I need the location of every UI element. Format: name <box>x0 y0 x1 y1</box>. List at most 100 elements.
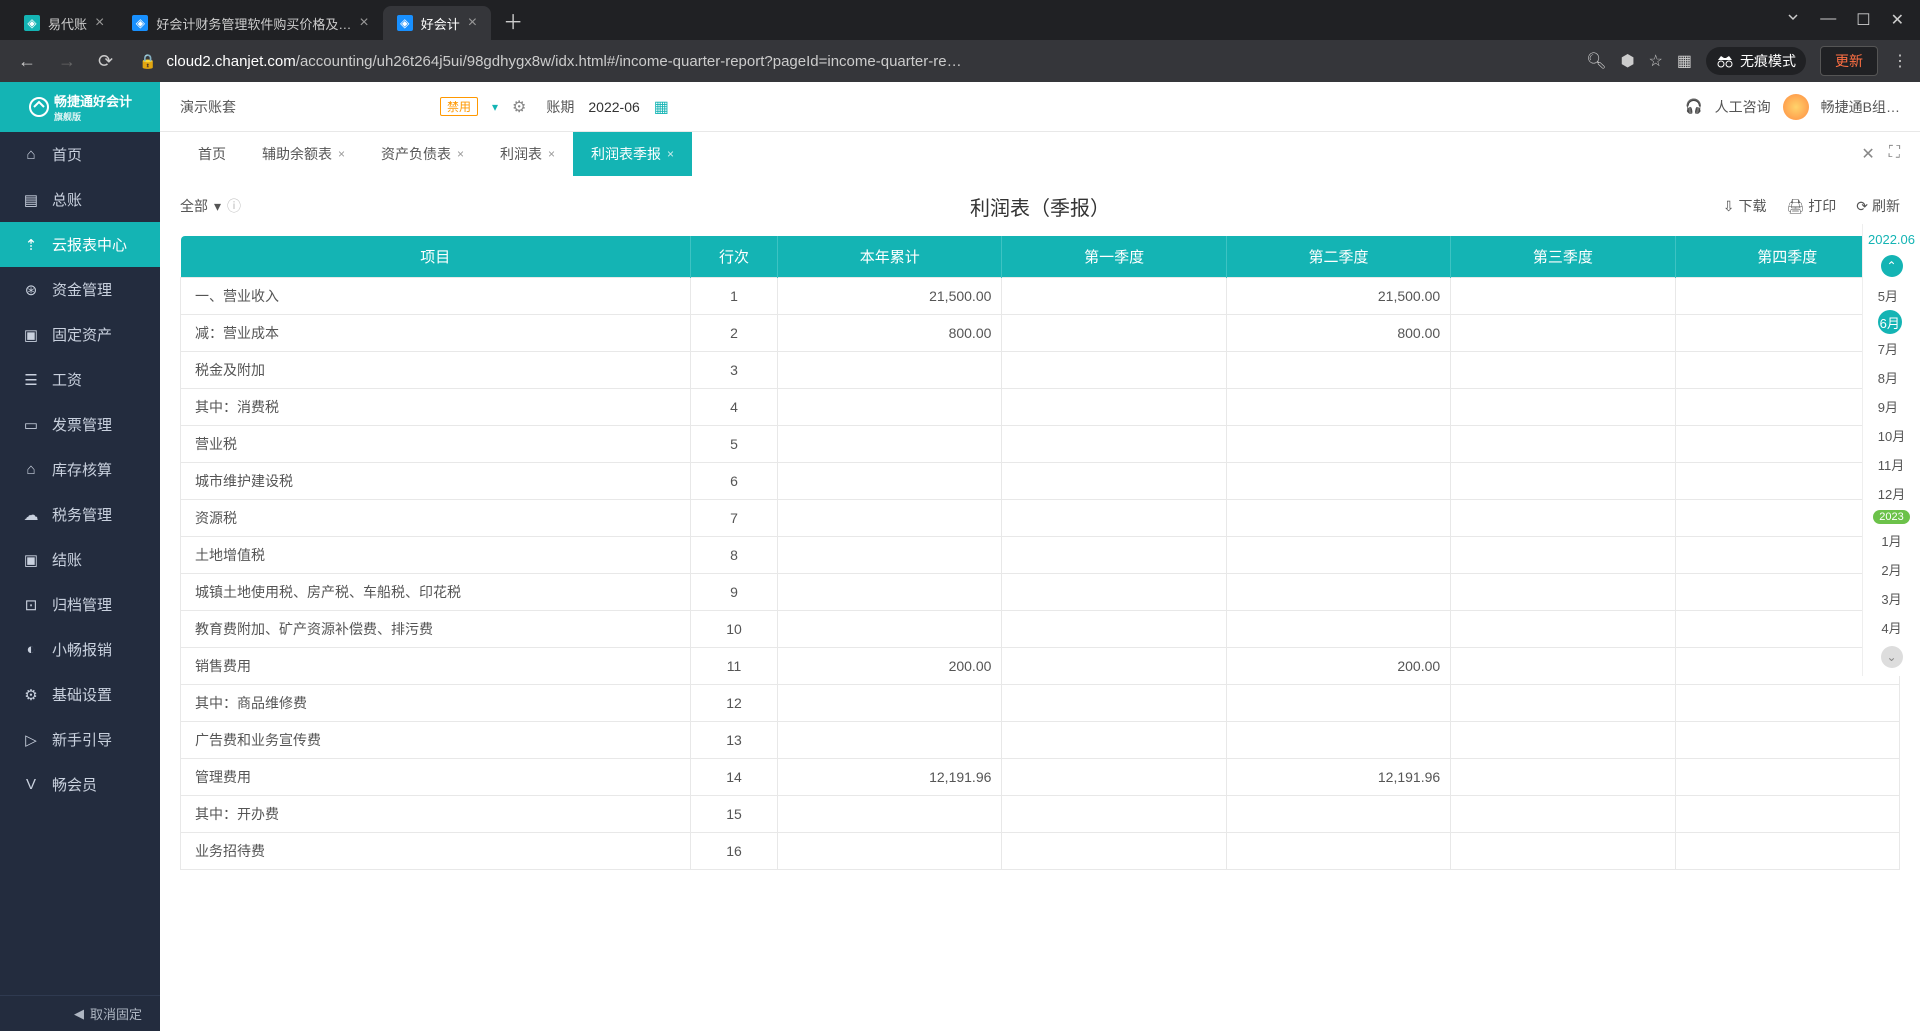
close-icon[interactable]: × <box>359 14 368 32</box>
sidebar-item[interactable]: ⌂库存核算 <box>0 447 160 492</box>
minimize-icon[interactable]: — <box>1820 10 1836 30</box>
month-rail-up[interactable]: ⌃ <box>1881 255 1903 277</box>
table-row[interactable]: 其中：开办费15 <box>181 796 1900 833</box>
close-icon[interactable]: × <box>667 147 674 161</box>
month-item[interactable]: 4月 <box>1881 613 1901 642</box>
table-row[interactable]: 教育费附加、矿产资源补偿费、排污费10 <box>181 611 1900 648</box>
help-icon[interactable]: ⓘ <box>227 196 241 216</box>
puzzle-icon[interactable]: ▦ <box>1677 51 1692 71</box>
close-icon[interactable]: × <box>468 14 477 32</box>
sidebar-item[interactable]: ◐小畅报销 <box>0 627 160 672</box>
filter-dropdown[interactable]: 全部▾ ⓘ <box>180 196 241 216</box>
table-row[interactable]: 广告费和业务宣传费13 <box>181 722 1900 759</box>
avatar[interactable] <box>1783 94 1809 120</box>
user-name[interactable]: 畅捷通B组… <box>1821 97 1900 117</box>
sidebar-item-label: 库存核算 <box>52 459 112 480</box>
table-row[interactable]: 城镇土地使用税、房产税、车船税、印花税9 <box>181 574 1900 611</box>
page-tab[interactable]: 资产负债表× <box>363 132 482 176</box>
menu-icon[interactable]: ⋮ <box>1892 51 1908 71</box>
period-value[interactable]: 2022-06 <box>588 99 639 115</box>
table-row[interactable]: 土地增值税8 <box>181 537 1900 574</box>
month-rail-down[interactable]: ⌄ <box>1881 646 1903 668</box>
disable-badge[interactable]: 禁用 <box>440 97 478 116</box>
account-selector[interactable]: 演示账套 <box>180 97 236 117</box>
page-tabs: 首页辅助余额表×资产负债表×利润表×利润表季报× ✕ ⛶ <box>160 132 1920 176</box>
table-row[interactable]: 减：营业成本2800.00800.00 <box>181 315 1900 352</box>
search-icon[interactable]: 🔍︎ <box>1586 51 1606 71</box>
sidebar-item[interactable]: ▤总账 <box>0 177 160 222</box>
incognito-indicator[interactable]: 无痕模式 <box>1706 47 1806 75</box>
month-item[interactable]: 7月 <box>1878 334 1905 363</box>
sidebar-item[interactable]: ▭发票管理 <box>0 402 160 447</box>
maximize-icon[interactable]: ☐ <box>1856 10 1870 30</box>
month-item[interactable]: 2月 <box>1881 555 1901 584</box>
forward-button[interactable]: → <box>52 47 82 76</box>
sidebar-icon: ⊡ <box>22 596 40 614</box>
browser-tab[interactable]: ◈易代账× <box>10 6 118 40</box>
month-item[interactable]: 6月 <box>1878 310 1902 334</box>
table-row[interactable]: 业务招待费16 <box>181 833 1900 870</box>
refresh-button[interactable]: ⟳ 刷新 <box>1856 196 1900 216</box>
table-row[interactable]: 一、营业收入121,500.0021,500.00 <box>181 278 1900 315</box>
page-tab[interactable]: 利润表× <box>482 132 573 176</box>
month-item[interactable]: 3月 <box>1881 584 1901 613</box>
close-icon[interactable]: ✕ <box>1891 10 1904 30</box>
month-item[interactable]: 12月 <box>1878 479 1905 508</box>
new-tab-button[interactable]: ＋ <box>491 6 535 35</box>
back-button[interactable]: ← <box>12 47 42 76</box>
sidebar-item[interactable]: ☰工资 <box>0 357 160 402</box>
month-item[interactable]: 9月 <box>1878 392 1905 421</box>
sidebar-item[interactable]: ▣固定资产 <box>0 312 160 357</box>
month-item[interactable]: 8月 <box>1878 363 1905 392</box>
chevron-down-icon[interactable]: ▾ <box>492 100 498 114</box>
sidebar-item[interactable]: ⌂首页 <box>0 132 160 177</box>
month-item[interactable]: 11月 <box>1878 450 1905 479</box>
sidebar-item[interactable]: ⊛资金管理 <box>0 267 160 312</box>
fullscreen-icon[interactable]: ⛶ <box>1889 144 1900 164</box>
cell <box>1451 796 1675 833</box>
month-item[interactable]: 1月 <box>1881 526 1901 555</box>
table-row[interactable]: 城市维护建设税6 <box>181 463 1900 500</box>
table-row[interactable]: 管理费用1412,191.9612,191.96 <box>181 759 1900 796</box>
reload-button[interactable]: ⟳ <box>92 47 119 76</box>
sidebar-item[interactable]: V畅会员 <box>0 762 160 807</box>
update-button[interactable]: 更新 <box>1820 46 1878 76</box>
table-row[interactable]: 其中：商品维修费12 <box>181 685 1900 722</box>
close-icon[interactable]: × <box>457 147 464 161</box>
sidebar-item[interactable]: ⚙基础设置 <box>0 672 160 717</box>
table-row[interactable]: 其中：消费税4 <box>181 389 1900 426</box>
browser-tab[interactable]: ◈好会计× <box>383 6 491 40</box>
sidebar-item[interactable]: ▣结账 <box>0 537 160 582</box>
page-tab[interactable]: 辅助余额表× <box>244 132 363 176</box>
page-tab[interactable]: 首页 <box>180 132 244 176</box>
star-icon[interactable]: ☆ <box>1649 51 1663 71</box>
table-row[interactable]: 资源税7 <box>181 500 1900 537</box>
print-button[interactable]: 🖨 打印 <box>1786 196 1836 216</box>
close-icon[interactable]: × <box>95 14 104 32</box>
table-row[interactable]: 税金及附加3 <box>181 352 1900 389</box>
cell: 其中：开办费 <box>181 796 691 833</box>
sidebar-item[interactable]: ▷新手引导 <box>0 717 160 762</box>
address-bar[interactable]: 🔒 cloud2.chanjet.com/accounting/uh26t264… <box>129 53 1576 70</box>
table-row[interactable]: 营业税5 <box>181 426 1900 463</box>
close-icon[interactable]: × <box>548 147 555 161</box>
sidebar-item[interactable]: ☁税务管理 <box>0 492 160 537</box>
gear-icon[interactable]: ⚙ <box>512 97 526 117</box>
app-logo[interactable]: 畅捷通好会计旗舰版 <box>0 82 160 132</box>
month-item[interactable]: 5月 <box>1878 281 1905 310</box>
support-link[interactable]: 人工咨询 <box>1715 97 1771 117</box>
table-row[interactable]: 销售费用11200.00200.00 <box>181 648 1900 685</box>
sidebar-collapse[interactable]: ◀ 取消固定 <box>0 995 160 1031</box>
close-all-tabs[interactable]: ✕ <box>1861 144 1874 164</box>
close-icon[interactable]: × <box>338 147 345 161</box>
page-tab[interactable]: 利润表季报× <box>573 132 692 176</box>
extension-icon[interactable]: ⬢ <box>1621 51 1635 71</box>
browser-tab[interactable]: ◈好会计财务管理软件购买价格及…× <box>118 6 382 40</box>
sidebar-item[interactable]: ⊡归档管理 <box>0 582 160 627</box>
calendar-icon[interactable]: ▦ <box>654 97 669 117</box>
table-wrap[interactable]: 项目行次本年累计第一季度第二季度第三季度第四季度 一、营业收入121,500.0… <box>180 236 1900 1031</box>
download-button[interactable]: ⇩ 下载 <box>1723 196 1767 216</box>
chevron-down-icon[interactable] <box>1786 10 1800 30</box>
month-item[interactable]: 10月 <box>1878 421 1905 450</box>
sidebar-item[interactable]: ⇡云报表中心 <box>0 222 160 267</box>
